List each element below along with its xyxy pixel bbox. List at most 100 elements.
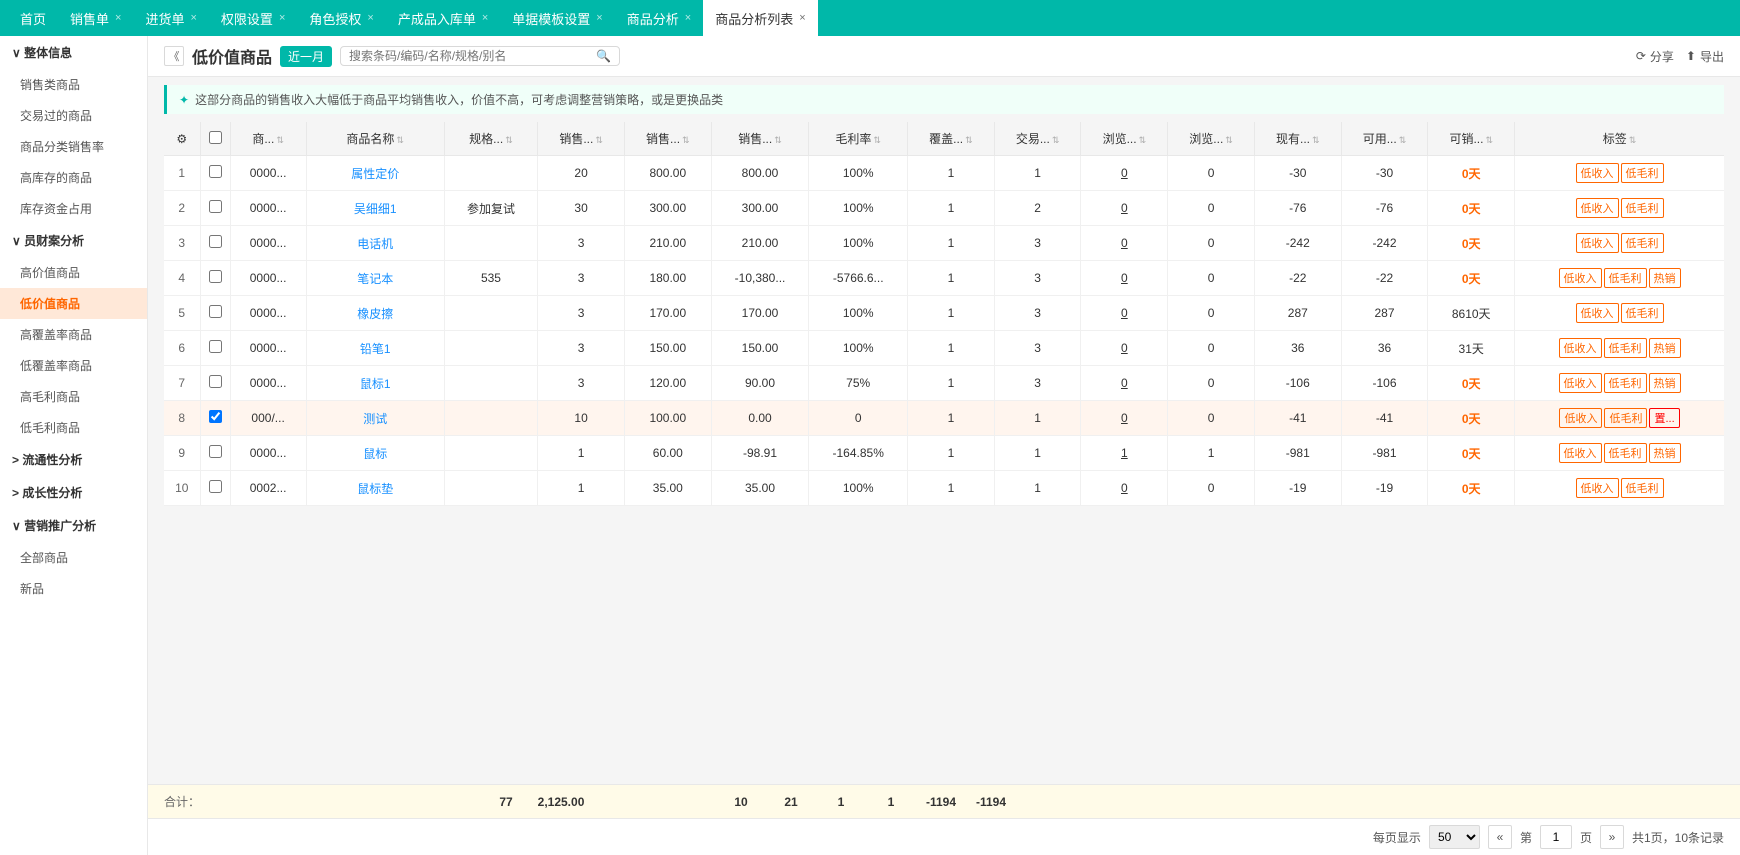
col-sellable[interactable]: 可销...⇅ bbox=[1428, 122, 1515, 156]
col-view2[interactable]: 浏览...⇅ bbox=[1168, 122, 1255, 156]
col-sales-income[interactable]: 销售...⇅ bbox=[624, 122, 711, 156]
close-analysis-icon[interactable]: × bbox=[685, 12, 691, 24]
close-products-icon[interactable]: × bbox=[482, 12, 488, 24]
view1-link[interactable]: 0 bbox=[1121, 481, 1128, 495]
search-icon[interactable]: 🔍 bbox=[596, 49, 611, 63]
cell-name[interactable]: 测试 bbox=[306, 401, 444, 436]
cell-view1[interactable]: 0 bbox=[1081, 156, 1168, 191]
sidebar-group-overall-title[interactable]: ∨ 整体信息 bbox=[0, 36, 147, 69]
nav-analysis-list[interactable]: 商品分析列表 × bbox=[703, 0, 817, 36]
cell-view1[interactable]: 0 bbox=[1081, 296, 1168, 331]
row-checkbox[interactable] bbox=[209, 375, 222, 388]
cell-name[interactable]: 属性定价 bbox=[306, 156, 444, 191]
nav-purchase[interactable]: 进货单 × bbox=[133, 0, 208, 36]
view1-link[interactable]: 0 bbox=[1121, 166, 1128, 180]
row-checkbox[interactable] bbox=[209, 165, 222, 178]
sidebar-group-financial-title[interactable]: ∨ 员财案分析 bbox=[0, 224, 147, 257]
close-roles-icon[interactable]: × bbox=[367, 12, 373, 24]
row-checkbox[interactable] bbox=[209, 270, 222, 283]
cell-name[interactable]: 笔记本 bbox=[306, 261, 444, 296]
cell-view1[interactable]: 0 bbox=[1081, 226, 1168, 261]
select-all-checkbox[interactable] bbox=[209, 131, 222, 144]
row-checkbox[interactable] bbox=[209, 235, 222, 248]
row-checkbox[interactable] bbox=[209, 340, 222, 353]
cell-name[interactable]: 橡皮擦 bbox=[306, 296, 444, 331]
cell-name[interactable]: 吴细细1 bbox=[306, 191, 444, 226]
nav-product-analysis[interactable]: 商品分析 × bbox=[615, 0, 703, 36]
cell-name[interactable]: 鼠标垫 bbox=[306, 471, 444, 506]
search-input[interactable] bbox=[349, 49, 596, 63]
nav-home[interactable]: 首页 bbox=[8, 0, 58, 36]
nav-products-storage[interactable]: 产成品入库单 × bbox=[386, 0, 500, 36]
sidebar-item-category-sales-rate[interactable]: 商品分类销售率 bbox=[0, 131, 147, 162]
cell-view1[interactable]: 0 bbox=[1081, 401, 1168, 436]
sidebar-item-high-coverage[interactable]: 高覆盖率商品 bbox=[0, 319, 147, 350]
cell-view1[interactable]: 0 bbox=[1081, 471, 1168, 506]
sidebar-item-new-products[interactable]: 新品 bbox=[0, 573, 147, 604]
view1-link[interactable]: 0 bbox=[1121, 236, 1128, 250]
row-checkbox[interactable] bbox=[209, 445, 222, 458]
cell-view1[interactable]: 0 bbox=[1081, 331, 1168, 366]
view1-link[interactable]: 0 bbox=[1121, 341, 1128, 355]
sidebar-group-marketing-title[interactable]: ∨ 营销推广分析 bbox=[0, 509, 147, 542]
col-code[interactable]: 商...⇅ bbox=[230, 122, 306, 156]
cell-name[interactable]: 鼠标 bbox=[306, 436, 444, 471]
cell-view1[interactable]: 0 bbox=[1081, 366, 1168, 401]
close-permissions-icon[interactable]: × bbox=[279, 12, 285, 24]
sidebar-group-circulation-title[interactable]: > 流通性分析 bbox=[0, 443, 147, 476]
page-input[interactable] bbox=[1540, 825, 1572, 849]
sidebar-item-low-coverage[interactable]: 低覆盖率商品 bbox=[0, 350, 147, 381]
col-trade[interactable]: 交易...⇅ bbox=[994, 122, 1081, 156]
col-stock[interactable]: 现有...⇅ bbox=[1254, 122, 1341, 156]
col-view1[interactable]: 浏览...⇅ bbox=[1081, 122, 1168, 156]
row-checkbox[interactable] bbox=[209, 200, 222, 213]
collapse-sidebar-button[interactable]: 《 bbox=[164, 46, 184, 66]
sidebar-item-high-margin[interactable]: 高毛利商品 bbox=[0, 381, 147, 412]
view1-link[interactable]: 0 bbox=[1121, 306, 1128, 320]
col-settings[interactable]: ⚙ bbox=[164, 122, 200, 156]
view1-link[interactable]: 1 bbox=[1121, 446, 1128, 460]
view1-link[interactable]: 0 bbox=[1121, 376, 1128, 390]
col-sales-qty[interactable]: 销售...⇅ bbox=[538, 122, 625, 156]
close-purchase-icon[interactable]: × bbox=[190, 12, 196, 24]
col-gross-rate[interactable]: 毛利率⇅ bbox=[809, 122, 908, 156]
row-checkbox[interactable] bbox=[209, 410, 222, 423]
col-tags[interactable]: 标签⇅ bbox=[1515, 122, 1724, 156]
cell-name[interactable]: 铅笔1 bbox=[306, 331, 444, 366]
sidebar-item-traded-products[interactable]: 交易过的商品 bbox=[0, 100, 147, 131]
nav-template-settings[interactable]: 单据模板设置 × bbox=[500, 0, 614, 36]
nav-sales[interactable]: 销售单 × bbox=[58, 0, 133, 36]
sidebar-item-high-stock[interactable]: 高库存的商品 bbox=[0, 162, 147, 193]
sidebar-item-stock-capital[interactable]: 库存资金占用 bbox=[0, 193, 147, 224]
view1-link[interactable]: 0 bbox=[1121, 411, 1128, 425]
sidebar-item-low-margin[interactable]: 低毛利商品 bbox=[0, 412, 147, 443]
view1-link[interactable]: 0 bbox=[1121, 201, 1128, 215]
view1-link[interactable]: 0 bbox=[1121, 271, 1128, 285]
sidebar-item-high-value[interactable]: 高价值商品 bbox=[0, 257, 147, 288]
cell-view1[interactable]: 0 bbox=[1081, 191, 1168, 226]
first-page-button[interactable]: « bbox=[1488, 825, 1512, 849]
nav-roles[interactable]: 角色授权 × bbox=[297, 0, 385, 36]
close-analysis-list-icon[interactable]: × bbox=[799, 12, 805, 24]
row-checkbox[interactable] bbox=[209, 480, 222, 493]
next-page-button[interactable]: » bbox=[1600, 825, 1624, 849]
cell-view1[interactable]: 1 bbox=[1081, 436, 1168, 471]
close-sales-icon[interactable]: × bbox=[115, 12, 121, 24]
col-coverage[interactable]: 覆盖...⇅ bbox=[908, 122, 995, 156]
sidebar-item-low-value[interactable]: 低价值商品 bbox=[0, 288, 147, 319]
cell-name[interactable]: 电话机 bbox=[306, 226, 444, 261]
cell-name[interactable]: 鼠标1 bbox=[306, 366, 444, 401]
share-button[interactable]: ⟳ 分享 bbox=[1636, 48, 1674, 65]
col-spec[interactable]: 规格...⇅ bbox=[444, 122, 538, 156]
col-sales-avg[interactable]: 销售...⇅ bbox=[711, 122, 809, 156]
nav-permissions[interactable]: 权限设置 × bbox=[209, 0, 297, 36]
filter-tag-button[interactable]: 近一月 bbox=[280, 46, 332, 67]
row-checkbox[interactable] bbox=[209, 305, 222, 318]
col-available[interactable]: 可用...⇅ bbox=[1341, 122, 1428, 156]
sidebar-group-growth-title[interactable]: > 成长性分析 bbox=[0, 476, 147, 509]
close-template-icon[interactable]: × bbox=[596, 12, 602, 24]
cell-view1[interactable]: 0 bbox=[1081, 261, 1168, 296]
sidebar-item-all-products[interactable]: 全部商品 bbox=[0, 542, 147, 573]
sidebar-item-sales-products[interactable]: 销售类商品 bbox=[0, 69, 147, 100]
per-page-select[interactable]: 50 100 200 bbox=[1429, 825, 1480, 849]
